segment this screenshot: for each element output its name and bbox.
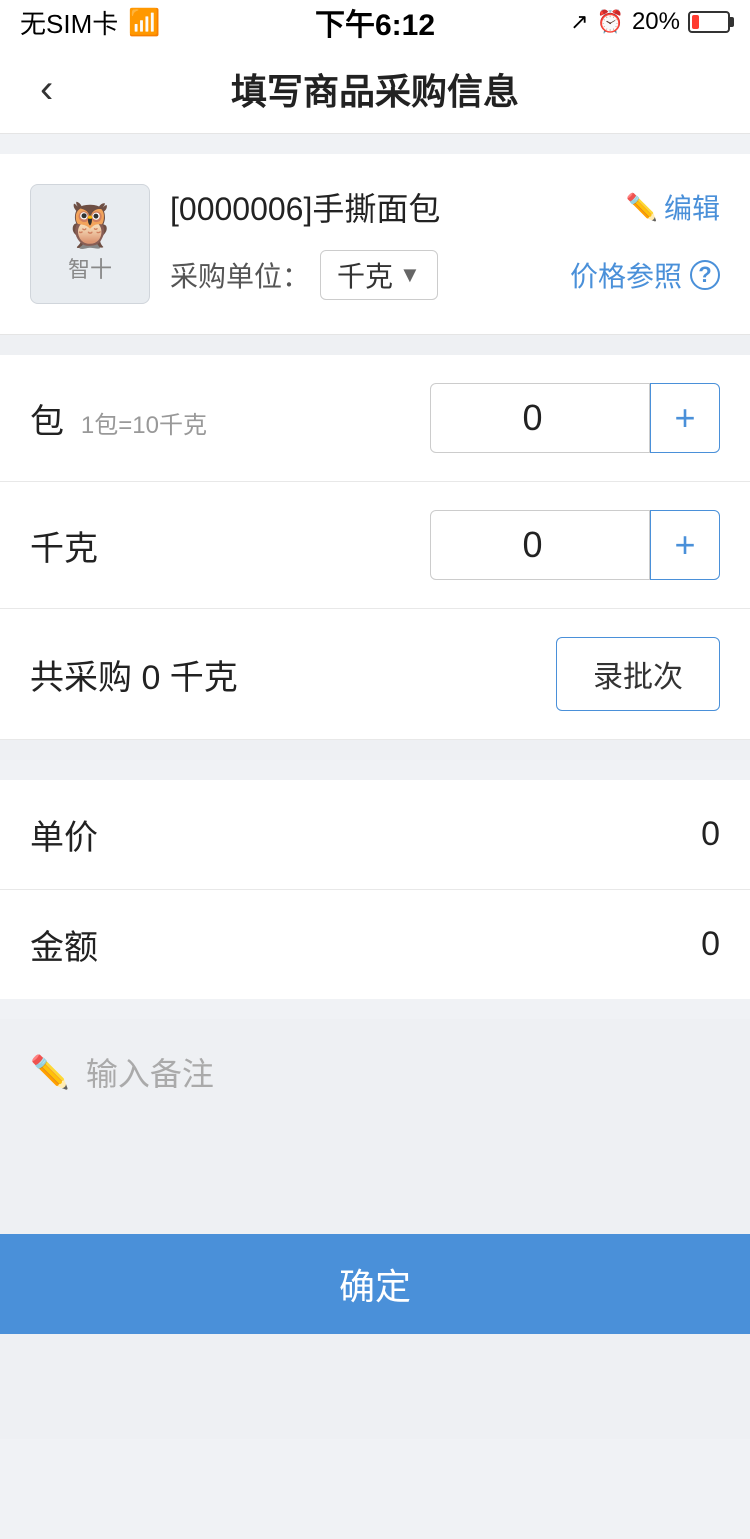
- owl-icon: 🦉: [63, 204, 118, 248]
- product-image-inner: 🦉 智十: [63, 204, 118, 284]
- section-divider-1: [0, 335, 750, 355]
- unit-price-label: 单价: [30, 810, 98, 859]
- unit-select[interactable]: 千克 ▼: [320, 250, 438, 300]
- wifi-icon: 📶: [128, 7, 160, 38]
- bao-label: 包: [30, 403, 64, 441]
- unit-value: 千克: [337, 255, 393, 295]
- unit-price-row: 单价 0: [0, 780, 750, 890]
- product-image: 🦉 智十: [30, 184, 150, 304]
- confirm-button[interactable]: 确定: [0, 1234, 750, 1334]
- product-info: [0000006]手撕面包 ✏️ 编辑 采购单位： 千克 ▼ 价格参照 ?: [170, 184, 720, 300]
- bao-label-group: 包 1包=10千克: [30, 394, 207, 443]
- unit-label-group: 采购单位： 千克 ▼: [170, 250, 438, 300]
- summary-text: 共采购 0 千克: [30, 650, 238, 699]
- qianke-input-row: 千克 +: [0, 482, 750, 608]
- confirm-label: 确定: [339, 1258, 411, 1310]
- unit-price-value: 0: [701, 815, 720, 854]
- section-divider-2: [0, 740, 750, 760]
- status-time: 下午6:12: [315, 0, 435, 44]
- qianke-label: 千克: [30, 530, 98, 568]
- edit-button[interactable]: ✏️ 编辑: [626, 187, 720, 227]
- amount-value: 0: [701, 925, 720, 964]
- bao-quantity-input[interactable]: [430, 383, 650, 453]
- bao-input-row: 包 1包=10千克 +: [0, 355, 750, 482]
- qianke-plus-button[interactable]: +: [650, 510, 720, 580]
- price-ref-label: 价格参照: [570, 255, 682, 295]
- back-button[interactable]: ‹: [30, 59, 63, 119]
- product-unit-row: 采购单位： 千克 ▼ 价格参照 ?: [170, 250, 720, 300]
- nav-bar: ‹ 填写商品采购信息: [0, 44, 750, 134]
- alarm-icon: ⏰: [597, 9, 624, 35]
- edit-icon: ✏️: [626, 192, 658, 223]
- dropdown-arrow: ▼: [399, 262, 421, 288]
- product-title-row: [0000006]手撕面包 ✏️ 编辑: [170, 184, 720, 230]
- notes-section[interactable]: ✏️ 输入备注: [0, 1019, 750, 1139]
- product-name: [0000006]手撕面包: [170, 184, 440, 230]
- price-section: 单价 0 金额 0: [0, 780, 750, 999]
- nav-title: 填写商品采购信息: [231, 63, 519, 115]
- bao-sublabel: 1包=10千克: [81, 412, 207, 439]
- bao-plus-button[interactable]: +: [650, 383, 720, 453]
- batch-button[interactable]: 录批次: [556, 637, 720, 711]
- owl-text: 智十: [68, 252, 112, 284]
- qianke-quantity-input[interactable]: [430, 510, 650, 580]
- pencil-icon: ✏️: [30, 1053, 70, 1091]
- battery-icon: [688, 11, 730, 33]
- product-card: 🦉 智十 [0000006]手撕面包 ✏️ 编辑 采购单位： 千克 ▼: [0, 154, 750, 335]
- qianke-input-controls: +: [430, 510, 720, 580]
- status-right: ↗ ⏰ 20%: [570, 8, 730, 36]
- location-icon: ↗: [570, 9, 588, 35]
- summary-row: 共采购 0 千克 录批次: [0, 608, 750, 740]
- status-left: 无SIM卡 📶: [20, 4, 161, 41]
- notes-placeholder: 输入备注: [86, 1049, 214, 1095]
- input-section: 包 1包=10千克 + 千克 +: [0, 355, 750, 608]
- price-ref-button[interactable]: 价格参照 ?: [570, 255, 720, 295]
- edit-label: 编辑: [664, 187, 720, 227]
- battery-percent: 20%: [632, 8, 680, 36]
- unit-label-text: 采购单位：: [170, 255, 310, 295]
- price-ref-icon: ?: [690, 260, 720, 290]
- status-bar: 无SIM卡 📶 下午6:12 ↗ ⏰ 20%: [0, 0, 750, 44]
- carrier-label: 无SIM卡: [20, 4, 118, 41]
- amount-label: 金额: [30, 920, 98, 969]
- qianke-label-group: 千克: [30, 521, 98, 570]
- amount-row: 金额 0: [0, 890, 750, 999]
- bao-input-controls: +: [430, 383, 720, 453]
